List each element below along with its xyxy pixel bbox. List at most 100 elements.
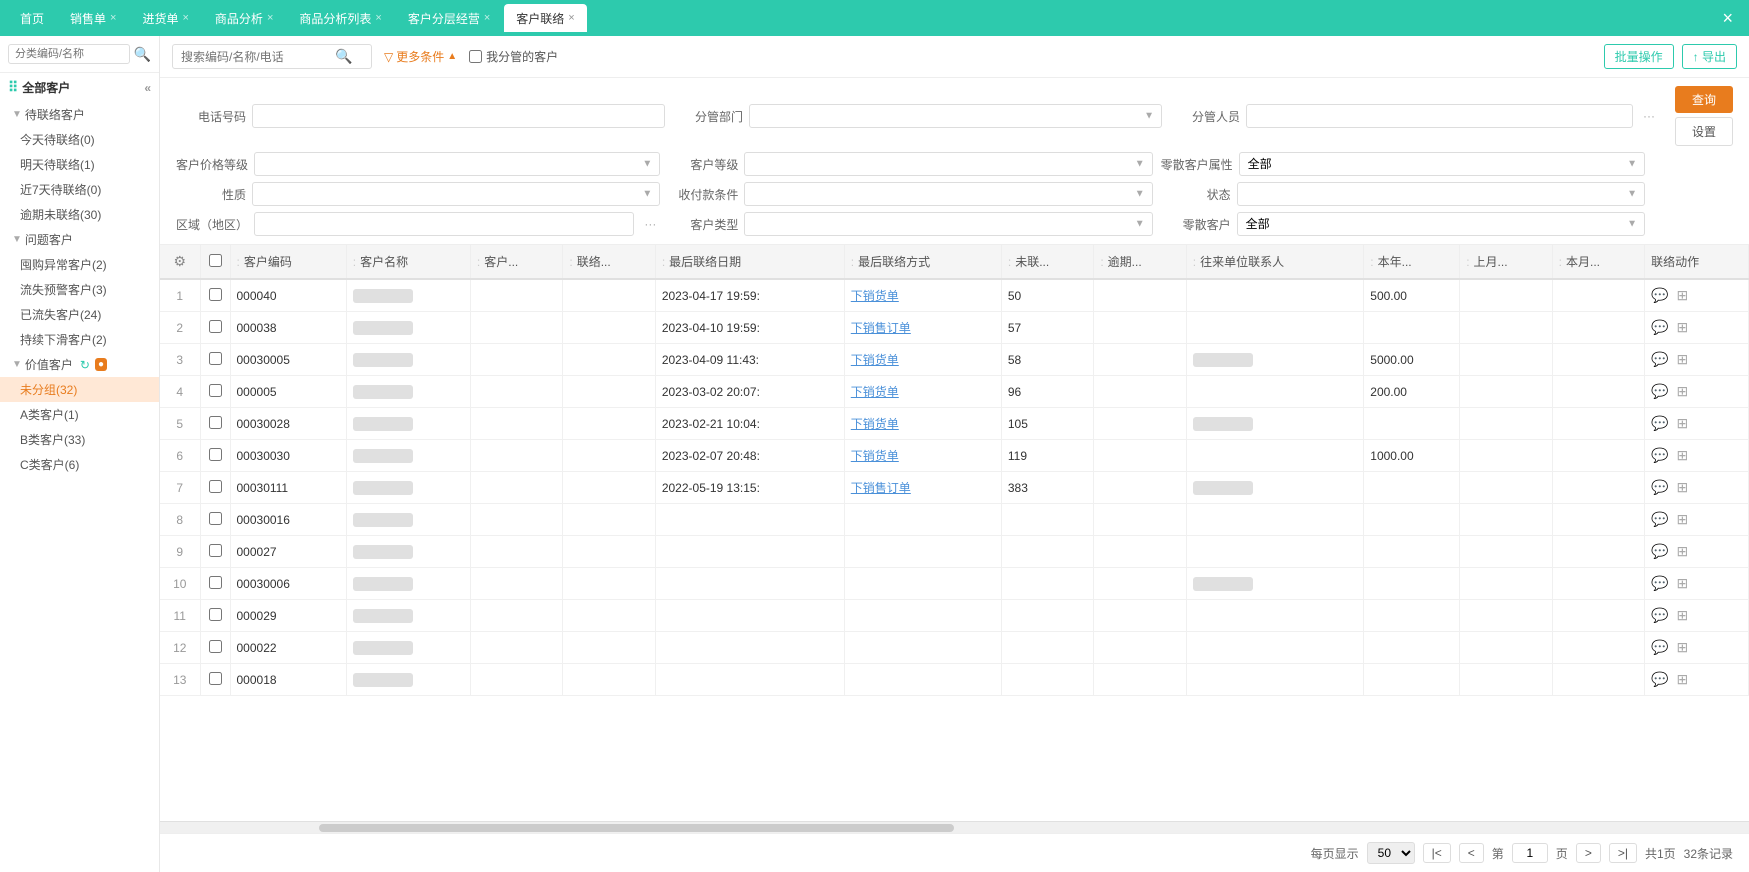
last-method-link[interactable]: 下销货单 (851, 449, 899, 463)
all-customers-section[interactable]: ⠿ 全部客户 « (0, 73, 159, 102)
sidebar-item-ungroup[interactable]: 未分组(32) (0, 377, 159, 402)
grid-action-icon[interactable]: ⊞ (1677, 447, 1689, 464)
last-method-link[interactable]: 下销货单 (851, 417, 899, 431)
grid-action-icon[interactable]: ⊞ (1677, 383, 1689, 400)
row-checkbox[interactable] (209, 576, 222, 589)
sidebar-item-hoarding[interactable]: 囤购异常客户(2) (0, 252, 159, 277)
first-page-btn[interactable]: |< (1423, 843, 1451, 863)
value-customer-group[interactable]: ▼ 价值客户 ↻ ● (0, 352, 159, 377)
filter-customer-type-select[interactable] (744, 212, 1152, 236)
message-icon[interactable]: 💬 (1651, 671, 1668, 688)
tab-customer-contact-close[interactable]: × (568, 12, 574, 24)
message-icon[interactable]: 💬 (1651, 383, 1668, 400)
sidebar-item-class-b[interactable]: B类客户(33) (0, 427, 159, 452)
tab-customer-tier[interactable]: 客户分层经营 × (396, 4, 502, 32)
message-icon[interactable]: 💬 (1651, 479, 1668, 496)
filter-customer-grade-select[interactable] (744, 152, 1152, 176)
pending-contact-group[interactable]: ▼ 待联络客户 (0, 102, 159, 127)
sidebar-search-input[interactable] (8, 44, 130, 64)
message-icon[interactable]: 💬 (1651, 287, 1668, 304)
tab-analysis-list-close[interactable]: × (375, 12, 381, 24)
message-icon[interactable]: 💬 (1651, 543, 1668, 560)
filter-retail-attr-select[interactable]: 全部 (1239, 152, 1645, 176)
per-page-select[interactable]: 50 (1367, 842, 1415, 864)
problem-customer-group[interactable]: ▼ 问题客户 (0, 227, 159, 252)
select-all-checkbox[interactable] (209, 254, 222, 267)
tab-analysis[interactable]: 商品分析 × (203, 4, 285, 32)
reset-btn[interactable]: 设置 (1675, 117, 1733, 146)
filter-price-grade-select[interactable] (254, 152, 660, 176)
sidebar-item-tomorrow[interactable]: 明天待联络(1) (0, 152, 159, 177)
grid-action-icon[interactable]: ⊞ (1677, 415, 1689, 432)
message-icon[interactable]: 💬 (1651, 415, 1668, 432)
message-icon[interactable]: 💬 (1651, 607, 1668, 624)
tab-analysis-list[interactable]: 商品分析列表 × (287, 4, 393, 32)
filter-phone-input[interactable] (252, 104, 665, 128)
message-icon[interactable]: 💬 (1651, 351, 1668, 368)
manager-dots-btn[interactable]: ··· (1639, 109, 1659, 123)
row-checkbox[interactable] (209, 384, 222, 397)
row-checkbox[interactable] (209, 672, 222, 685)
grid-action-icon[interactable]: ⊞ (1677, 287, 1689, 304)
message-icon[interactable]: 💬 (1651, 639, 1668, 656)
search-input[interactable] (181, 50, 331, 64)
search-icon[interactable]: 🔍 (335, 48, 352, 65)
row-checkbox[interactable] (209, 512, 222, 525)
prev-page-btn[interactable]: < (1459, 843, 1484, 863)
h-scroll-bar[interactable] (160, 821, 1749, 833)
row-checkbox[interactable] (209, 480, 222, 493)
tab-customer-tier-close[interactable]: × (484, 12, 490, 24)
row-checkbox[interactable] (209, 416, 222, 429)
tab-analysis-close[interactable]: × (267, 12, 273, 24)
export-btn[interactable]: ↑ 导出 (1682, 44, 1737, 69)
sidebar-item-class-c[interactable]: C类客户(6) (0, 452, 159, 477)
last-method-link[interactable]: 下销货单 (851, 353, 899, 367)
filter-retail-customer-select[interactable]: 全部 (1237, 212, 1645, 236)
current-page-input[interactable] (1512, 843, 1548, 863)
row-checkbox[interactable] (209, 448, 222, 461)
grid-action-icon[interactable]: ⊞ (1677, 479, 1689, 496)
row-checkbox[interactable] (209, 352, 222, 365)
grid-action-icon[interactable]: ⊞ (1677, 511, 1689, 528)
tab-customer-contact[interactable]: 客户联络 × (504, 4, 586, 32)
grid-action-icon[interactable]: ⊞ (1677, 543, 1689, 560)
filter-region-input[interactable] (254, 212, 634, 236)
grid-action-icon[interactable]: ⊞ (1677, 319, 1689, 336)
table-settings-icon[interactable]: ⚙ (173, 253, 186, 269)
last-page-btn[interactable]: >| (1609, 843, 1637, 863)
message-icon[interactable]: 💬 (1651, 319, 1668, 336)
grid-action-icon[interactable]: ⊞ (1677, 575, 1689, 592)
message-icon[interactable]: 💬 (1651, 511, 1668, 528)
sidebar-item-declining[interactable]: 持续下滑客户(2) (0, 327, 159, 352)
more-conditions-btn[interactable]: ▽ 更多条件 ▲ (384, 48, 457, 65)
row-checkbox[interactable] (209, 320, 222, 333)
tab-purchase[interactable]: 进货单 × (130, 4, 200, 32)
filter-status-select[interactable] (1237, 182, 1645, 206)
grid-action-icon[interactable]: ⊞ (1677, 639, 1689, 656)
tab-sales[interactable]: 销售单 × (58, 4, 128, 32)
sidebar-item-today[interactable]: 今天待联络(0) (0, 127, 159, 152)
row-checkbox[interactable] (209, 288, 222, 301)
region-dots-btn[interactable]: ··· (640, 217, 660, 231)
query-btn[interactable]: 查询 (1675, 86, 1733, 113)
last-method-link[interactable]: 下销售订单 (851, 481, 911, 495)
tab-home[interactable]: 首页 (8, 4, 56, 32)
row-checkbox[interactable] (209, 608, 222, 621)
sidebar-item-overdue[interactable]: 逾期未联络(30) (0, 202, 159, 227)
sidebar-item-churned[interactable]: 已流失客户(24) (0, 302, 159, 327)
filter-manager-input[interactable] (1246, 104, 1633, 128)
grid-action-icon[interactable]: ⊞ (1677, 351, 1689, 368)
last-method-link[interactable]: 下销货单 (851, 289, 899, 303)
grid-action-icon[interactable]: ⊞ (1677, 607, 1689, 624)
window-close-btn[interactable]: × (1714, 8, 1741, 28)
filter-payment-select[interactable] (744, 182, 1152, 206)
sidebar-item-7days[interactable]: 近7天待联络(0) (0, 177, 159, 202)
row-checkbox[interactable] (209, 640, 222, 653)
batch-operation-btn[interactable]: 批量操作 (1604, 44, 1674, 69)
collapse-btn[interactable]: « (144, 81, 151, 95)
filter-nature-select[interactable] (252, 182, 660, 206)
tab-sales-close[interactable]: × (110, 12, 116, 24)
tab-purchase-close[interactable]: × (182, 12, 188, 24)
message-icon[interactable]: 💬 (1651, 575, 1668, 592)
h-scroll-thumb[interactable] (319, 824, 955, 832)
